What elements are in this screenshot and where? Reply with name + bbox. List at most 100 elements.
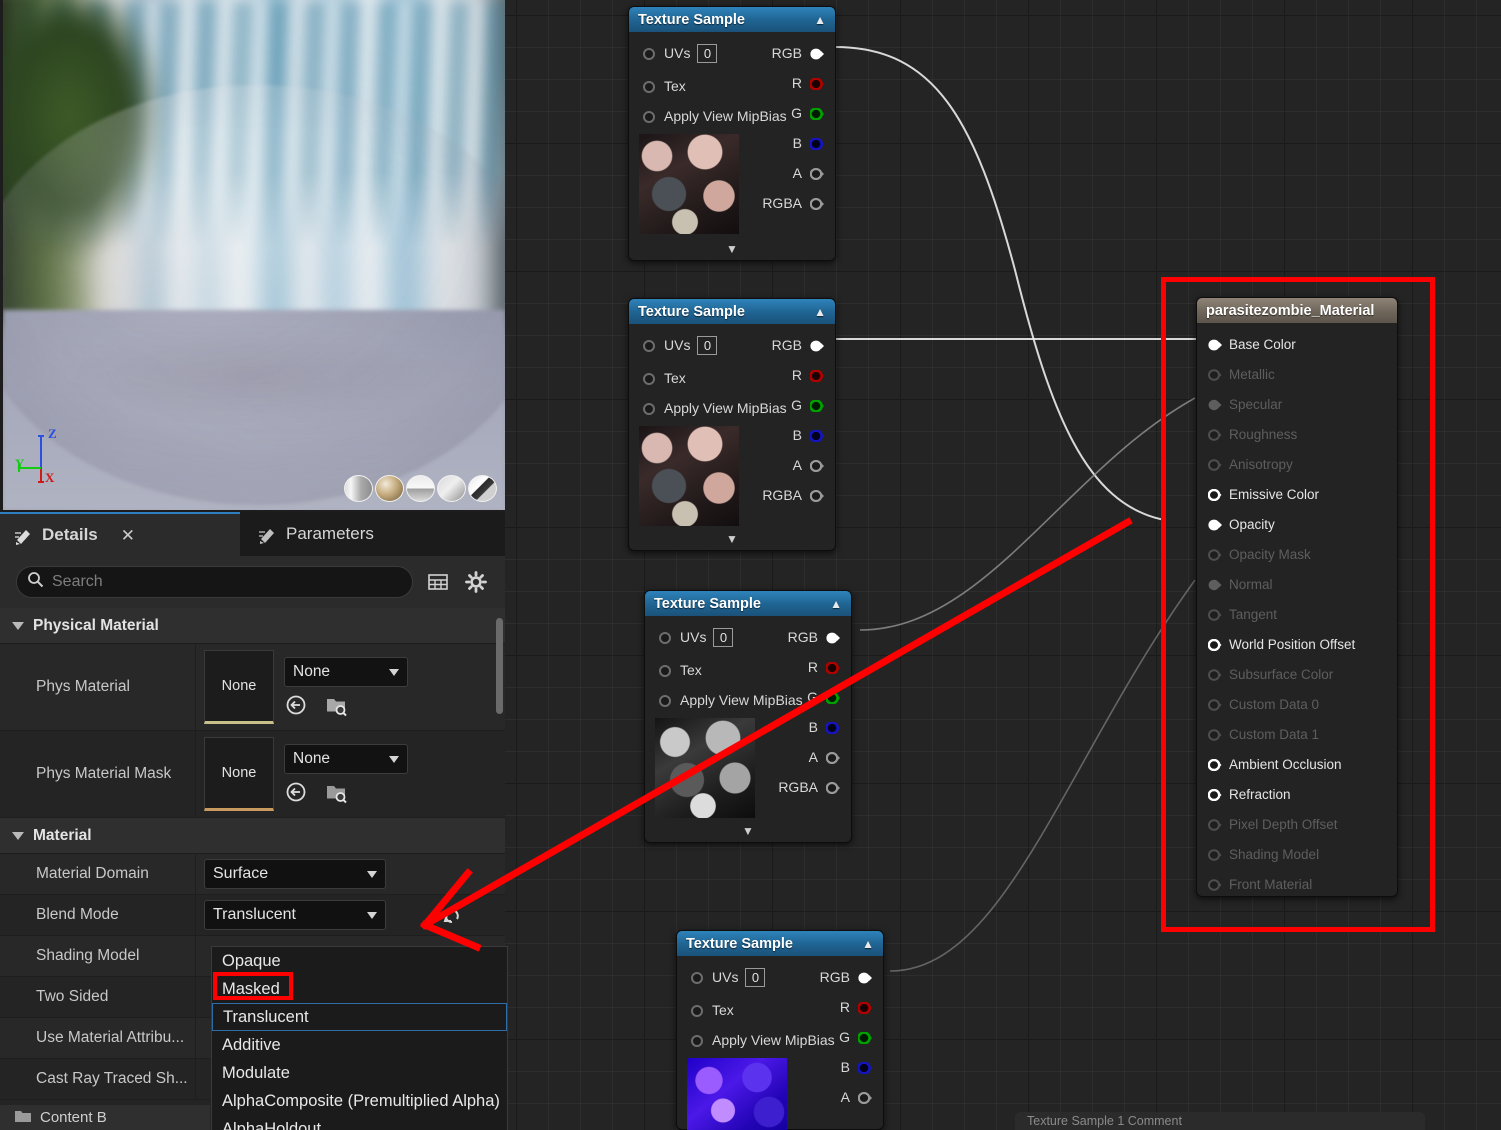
- node-header[interactable]: Texture Sample ▲: [645, 591, 851, 616]
- input-pin-tex[interactable]: Tex: [635, 363, 694, 393]
- mat-pin-refraction[interactable]: Refraction: [1197, 779, 1397, 809]
- blend-mode-revert-icon[interactable]: [441, 905, 463, 932]
- chevron-up-icon[interactable]: ▲: [814, 305, 826, 319]
- phys-material-thumbnail[interactable]: None: [204, 650, 274, 724]
- mat-pin-custom-data-1[interactable]: Custom Data 1: [1197, 719, 1397, 749]
- node-header[interactable]: Texture Sample ▲: [677, 931, 883, 956]
- output-pin-a[interactable]: A: [785, 450, 831, 480]
- gear-icon[interactable]: [463, 569, 489, 595]
- uvs-value-field[interactable]: 0: [745, 967, 766, 987]
- output-pin-b[interactable]: B: [801, 712, 847, 742]
- input-pin-mipbias[interactable]: Apply View MipBias: [635, 101, 795, 131]
- output-pin-rgb[interactable]: RGB: [764, 38, 831, 68]
- section-physical-material[interactable]: Physical Material: [0, 608, 505, 644]
- mat-pin-pixel-depth-offset[interactable]: Pixel Depth Offset: [1197, 809, 1397, 839]
- mat-pin-shading-model[interactable]: Shading Model: [1197, 839, 1397, 869]
- table-icon[interactable]: [425, 569, 451, 595]
- output-pin-r[interactable]: R: [784, 360, 831, 390]
- search-input[interactable]: Search: [16, 566, 413, 598]
- input-pin-mipbias[interactable]: Apply View MipBias: [635, 393, 795, 423]
- node-collapse-toggle[interactable]: ▼: [629, 240, 835, 258]
- mat-pin-subsurface-color[interactable]: Subsurface Color: [1197, 659, 1397, 689]
- cube-preview-button[interactable]: [437, 475, 466, 502]
- mat-pin-opacity[interactable]: Opacity: [1197, 509, 1397, 539]
- input-pin-tex[interactable]: Tex: [651, 655, 710, 685]
- output-pin-g[interactable]: G: [783, 390, 831, 420]
- section-material[interactable]: Material: [0, 818, 505, 854]
- node-texture-sample-1[interactable]: Texture Sample ▲ UVs 0 Tex Apply View Mi…: [628, 6, 836, 261]
- tab-parameters[interactable]: Parameters: [244, 512, 388, 556]
- browse-to-asset-icon[interactable]: [284, 780, 308, 804]
- output-pin-b[interactable]: B: [785, 128, 831, 158]
- output-pin-g[interactable]: G: [799, 682, 847, 712]
- node-header[interactable]: parasitezombie_Material: [1197, 298, 1397, 323]
- dropdown-option-additive[interactable]: Additive: [212, 1031, 507, 1059]
- output-pin-r[interactable]: R: [832, 992, 879, 1022]
- blend-mode-combo[interactable]: Translucent: [204, 900, 386, 930]
- input-pin-uvs[interactable]: UVs 0: [683, 962, 773, 992]
- phys-material-combo[interactable]: None: [284, 657, 408, 687]
- mat-pin-opacity-mask[interactable]: Opacity Mask: [1197, 539, 1397, 569]
- output-pin-rgba[interactable]: RGBA: [754, 480, 831, 510]
- output-pin-rgb[interactable]: RGB: [764, 330, 831, 360]
- material-preview-viewport[interactable]: Z X Y: [3, 0, 505, 510]
- node-header[interactable]: Texture Sample ▲: [629, 299, 835, 324]
- output-pin-a[interactable]: A: [833, 1082, 879, 1112]
- material-graph-canvas[interactable]: Texture Sample ▲ UVs 0 Tex Apply View Mi…: [505, 0, 1501, 1130]
- mat-pin-custom-data-0[interactable]: Custom Data 0: [1197, 689, 1397, 719]
- mat-pin-front-material[interactable]: Front Material: [1197, 869, 1397, 899]
- output-pin-g[interactable]: G: [783, 98, 831, 128]
- output-pin-b[interactable]: B: [785, 420, 831, 450]
- output-pin-g[interactable]: G: [831, 1022, 879, 1052]
- content-browser-tab[interactable]: Content B: [0, 1105, 210, 1130]
- input-pin-uvs[interactable]: UVs 0: [651, 622, 741, 652]
- mat-pin-base-color[interactable]: Base Color: [1197, 329, 1397, 359]
- dropdown-option-translucent[interactable]: Translucent: [212, 1003, 507, 1031]
- mat-pin-anisotropy[interactable]: Anisotropy: [1197, 449, 1397, 479]
- chevron-up-icon[interactable]: ▲: [862, 937, 874, 951]
- output-pin-r[interactable]: R: [784, 68, 831, 98]
- dropdown-option-alphaholdout[interactable]: AlphaHoldout: [212, 1115, 507, 1130]
- dropdown-option-opaque[interactable]: Opaque: [212, 947, 507, 975]
- node-texture-sample-3[interactable]: Texture Sample ▲ UVs 0 Tex Apply View Mi…: [644, 590, 852, 843]
- output-pin-rgb[interactable]: RGB: [780, 622, 847, 652]
- uvs-value-field[interactable]: 0: [697, 43, 718, 63]
- input-pin-tex[interactable]: Tex: [683, 995, 742, 1025]
- node-header[interactable]: Texture Sample ▲: [629, 7, 835, 32]
- uvs-value-field[interactable]: 0: [697, 335, 718, 355]
- chevron-up-icon[interactable]: ▲: [814, 13, 826, 27]
- uvs-value-field[interactable]: 0: [713, 627, 734, 647]
- node-collapse-toggle[interactable]: ▼: [629, 530, 835, 548]
- sphere-preview-button[interactable]: [375, 475, 404, 502]
- dropdown-option-modulate[interactable]: Modulate: [212, 1059, 507, 1087]
- browse-to-asset-icon[interactable]: [284, 693, 308, 717]
- output-pin-rgba[interactable]: RGBA: [770, 772, 847, 802]
- mat-pin-roughness[interactable]: Roughness: [1197, 419, 1397, 449]
- tab-details[interactable]: Details ✕: [0, 512, 240, 556]
- details-scrollbar[interactable]: [496, 618, 503, 714]
- input-pin-uvs[interactable]: UVs 0: [635, 38, 725, 68]
- mat-pin-normal[interactable]: Normal: [1197, 569, 1397, 599]
- output-pin-rgb[interactable]: RGB: [812, 962, 879, 992]
- mat-pin-world-position-offset[interactable]: World Position Offset: [1197, 629, 1397, 659]
- plane-preview-button[interactable]: [406, 475, 435, 502]
- mat-pin-emissive-color[interactable]: Emissive Color: [1197, 479, 1397, 509]
- material-domain-combo[interactable]: Surface: [204, 859, 386, 889]
- phys-material-mask-combo[interactable]: None: [284, 744, 408, 774]
- mat-pin-ambient-occlusion[interactable]: Ambient Occlusion: [1197, 749, 1397, 779]
- node-texture-sample-4[interactable]: Texture Sample ▲ UVs 0 Tex Apply View Mi…: [676, 930, 884, 1130]
- chevron-up-icon[interactable]: ▲: [830, 597, 842, 611]
- output-pin-rgba[interactable]: RGBA: [754, 188, 831, 218]
- browse-folder-icon[interactable]: [324, 780, 348, 804]
- browse-folder-icon[interactable]: [324, 693, 348, 717]
- output-pin-a[interactable]: A: [785, 158, 831, 188]
- dropdown-option-alphacomposite[interactable]: AlphaComposite (Premultiplied Alpha): [212, 1087, 507, 1115]
- mat-pin-specular[interactable]: Specular: [1197, 389, 1397, 419]
- output-pin-r[interactable]: R: [800, 652, 847, 682]
- output-pin-a[interactable]: A: [801, 742, 847, 772]
- phys-material-mask-thumbnail[interactable]: None: [204, 737, 274, 811]
- node-material-output[interactable]: parasitezombie_Material Base Color Metal…: [1196, 297, 1398, 897]
- custom-mesh-preview-button[interactable]: [468, 475, 497, 502]
- node-collapse-toggle[interactable]: ▼: [645, 822, 851, 840]
- mat-pin-tangent[interactable]: Tangent: [1197, 599, 1397, 629]
